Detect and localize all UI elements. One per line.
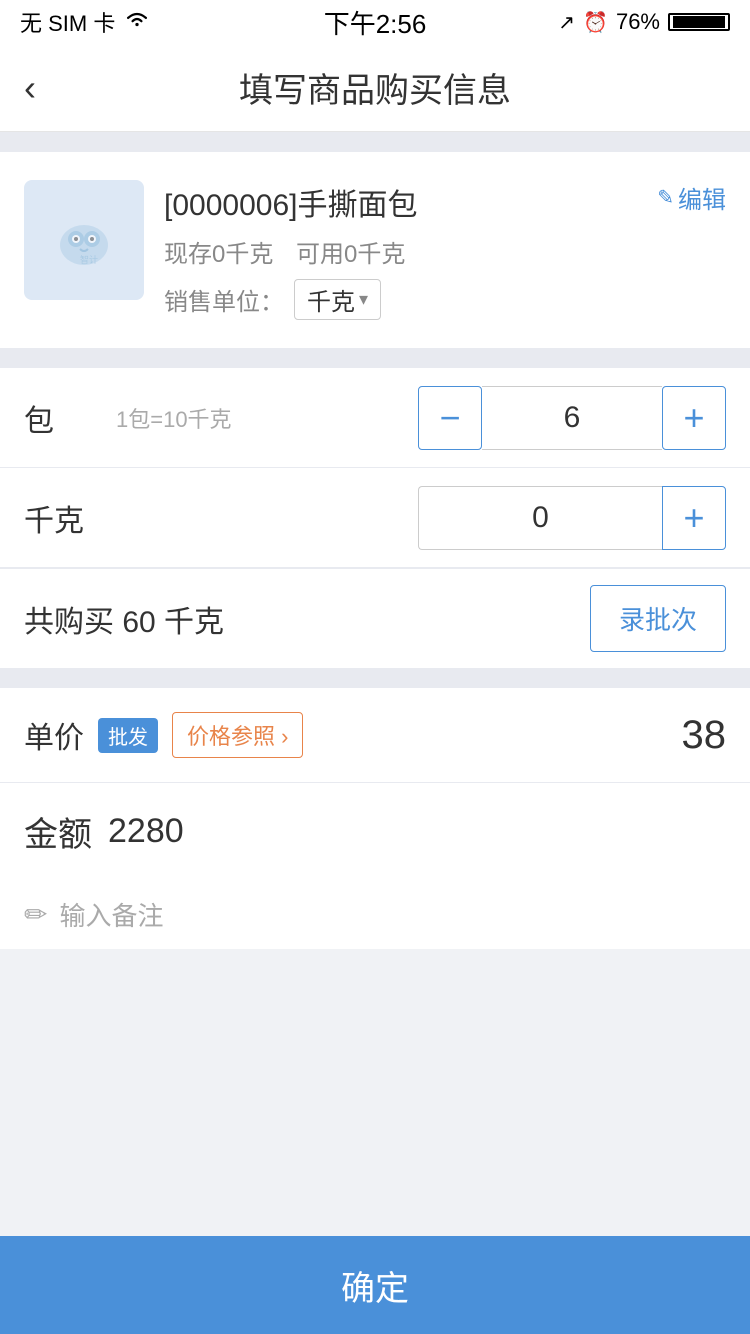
product-card: 智计 [0000006]手撕面包 现存0千克 可用0千克 销售单位： 千克 ▾ … xyxy=(0,152,750,348)
nav-bar: ‹ 填写商品购买信息 xyxy=(0,44,750,132)
bao-minus-button[interactable]: − xyxy=(418,386,482,450)
confirm-bar[interactable]: 确定 xyxy=(0,1236,750,1334)
batch-tag: 批发 xyxy=(98,718,158,753)
product-stock: 现存0千克 可用0千克 xyxy=(164,234,726,269)
total-label: 共购买 60 千克 xyxy=(24,597,224,641)
price-value: 38 xyxy=(682,713,727,758)
bao-row: 包 1包=10千克 − + xyxy=(0,368,750,468)
kg-qty-control: + xyxy=(418,486,726,550)
total-row: 共购买 60 千克 录批次 xyxy=(0,568,750,668)
price-section: 单价 批发 价格参照 › 38 xyxy=(0,688,750,782)
amount-value: 2280 xyxy=(108,812,184,851)
carrier-text: 无 SIM 卡 xyxy=(20,6,115,38)
kg-row: 千克 + xyxy=(0,468,750,568)
record-batch-button[interactable]: 录批次 xyxy=(590,585,726,652)
section-divider-2 xyxy=(0,668,750,688)
product-thumbnail: 智计 xyxy=(24,180,144,300)
note-row[interactable]: ✏ 输入备注 xyxy=(0,880,750,949)
product-unit-row: 销售单位： 千克 ▾ xyxy=(164,279,726,320)
alarm-icon: ⏰ xyxy=(583,10,608,35)
price-left: 单价 批发 价格参照 › xyxy=(24,712,303,758)
bao-plus-button[interactable]: + xyxy=(662,386,726,450)
bao-qty-control: − + xyxy=(418,386,726,450)
input-section: 包 1包=10千克 − + 千克 + xyxy=(0,368,750,568)
location-icon: ↗ xyxy=(558,10,575,35)
unit-select[interactable]: 千克 ▾ xyxy=(294,279,381,320)
bao-label: 包 xyxy=(24,396,104,440)
kg-label: 千克 xyxy=(24,496,104,540)
kg-qty-input[interactable] xyxy=(418,486,662,550)
edit-button[interactable]: ✎ 编辑 xyxy=(657,180,726,215)
status-bar: 无 SIM 卡 下午2:56 ↗ ⏰ 76% xyxy=(0,0,750,44)
svg-text:智计: 智计 xyxy=(80,254,98,265)
confirm-button-label: 确定 xyxy=(341,1261,409,1310)
status-left: 无 SIM 卡 xyxy=(20,6,151,38)
back-button[interactable]: ‹ xyxy=(24,67,36,109)
status-right: ↗ ⏰ 76% xyxy=(558,9,730,35)
battery-text: 76% xyxy=(616,9,660,35)
product-info: [0000006]手撕面包 现存0千克 可用0千克 销售单位： 千克 ▾ xyxy=(164,180,726,320)
amount-label: 金额 xyxy=(24,807,92,856)
note-icon: ✏ xyxy=(24,898,47,931)
edit-icon: ✎ xyxy=(657,185,674,210)
amount-row: 金额 2280 xyxy=(0,783,750,880)
price-label: 单价 xyxy=(24,713,84,757)
battery-icon xyxy=(668,13,730,31)
amount-section: 金额 2280 ✏ 输入备注 xyxy=(0,782,750,949)
empty-space xyxy=(0,949,750,1149)
bao-hint: 1包=10千克 xyxy=(116,402,418,434)
kg-plus-button[interactable]: + xyxy=(662,486,726,550)
section-divider-1 xyxy=(0,348,750,368)
wifi-icon xyxy=(123,9,151,35)
chevron-down-icon: ▾ xyxy=(359,289,368,310)
price-ref-button[interactable]: 价格参照 › xyxy=(172,712,303,758)
nav-divider xyxy=(0,132,750,152)
product-logo-icon: 智计 xyxy=(54,215,114,265)
page-title: 填写商品购买信息 xyxy=(239,63,511,112)
note-placeholder: 输入备注 xyxy=(59,896,163,933)
status-time: 下午2:56 xyxy=(324,4,427,41)
product-name: [0000006]手撕面包 xyxy=(164,180,726,224)
bao-qty-input[interactable] xyxy=(482,386,662,450)
